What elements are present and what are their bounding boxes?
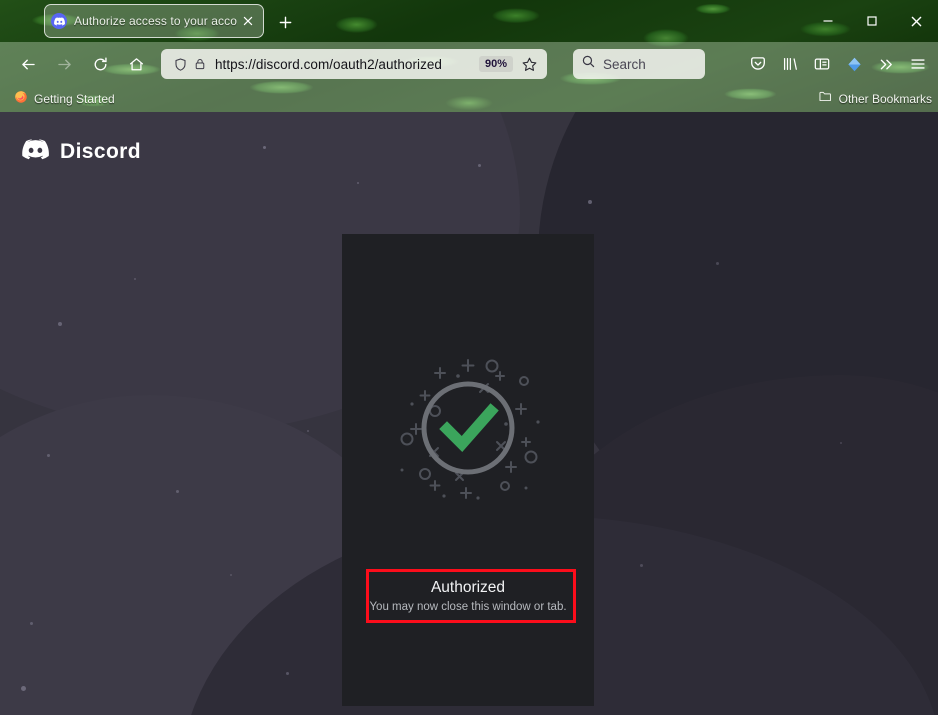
bookmark-label: Getting Started (34, 92, 115, 106)
other-bookmarks-button[interactable]: Other Bookmarks (818, 89, 932, 109)
overflow-chevron-icon[interactable] (870, 48, 902, 80)
background-star (176, 490, 179, 493)
url-bar[interactable]: https://discord.com/oauth2/authorized 90… (161, 49, 547, 79)
page-subtitle: You may now close this window or tab. (369, 601, 567, 613)
background-star (840, 442, 842, 444)
other-bookmarks-label: Other Bookmarks (838, 92, 932, 106)
bookmarks-bar: Getting Started Other Bookmarks (0, 86, 938, 112)
search-icon (581, 54, 596, 74)
background-star (588, 200, 592, 204)
browser-window: Authorize access to your accou https://d… (0, 0, 938, 715)
authorization-card: Authorized You may now close this window… (342, 234, 594, 706)
close-icon[interactable] (239, 12, 257, 30)
green-check-circle-icon (378, 338, 558, 518)
card-text-block: Authorized You may now close this window… (352, 578, 584, 615)
discord-favicon (51, 13, 67, 29)
background-star (230, 574, 232, 576)
background-star (263, 146, 266, 149)
app-menu-icon[interactable] (902, 48, 934, 80)
background-star (30, 622, 33, 625)
reload-button[interactable] (84, 48, 116, 80)
new-tab-button[interactable] (274, 11, 296, 33)
pocket-save-icon[interactable] (742, 48, 774, 80)
background-star (21, 686, 26, 691)
back-button[interactable] (12, 48, 44, 80)
background-star (640, 564, 643, 567)
discord-clyde-logo (22, 136, 49, 168)
search-placeholder: Search (603, 56, 646, 72)
shield-icon[interactable] (170, 54, 190, 74)
close-button[interactable] (894, 6, 938, 36)
folder-icon (818, 89, 833, 109)
search-input[interactable]: Search (573, 49, 705, 79)
home-button[interactable] (120, 48, 152, 80)
page-title: Authorized (430, 579, 506, 596)
url-text: https://discord.com/oauth2/authorized (215, 56, 442, 72)
discord-brand: Discord (22, 136, 141, 168)
background-star (47, 454, 50, 457)
background-star (58, 322, 62, 326)
background-star (307, 430, 309, 432)
firefox-icon (14, 90, 28, 109)
background-star (286, 672, 289, 675)
star-icon[interactable] (517, 52, 541, 76)
discord-oauth-page: Discord Authorized You may now close thi… (0, 112, 938, 715)
brand-name: Discord (60, 140, 141, 163)
background-star (716, 262, 719, 265)
maximize-button[interactable] (850, 6, 894, 36)
window-controls (806, 6, 938, 36)
background-star (478, 164, 481, 167)
minimize-button[interactable] (806, 6, 850, 36)
background-star (134, 278, 136, 280)
zoom-level-badge[interactable]: 90% (478, 56, 513, 72)
bookmark-getting-started[interactable]: Getting Started (8, 88, 121, 110)
account-icon[interactable] (838, 48, 870, 80)
tab-strip: Authorize access to your accou (0, 0, 938, 42)
toolbar-right-icons (742, 48, 934, 80)
sidebar-icon[interactable] (806, 48, 838, 80)
browser-tab-discord[interactable]: Authorize access to your accou (44, 4, 264, 38)
background-star (357, 182, 359, 184)
tab-title: Authorize access to your accou (74, 14, 237, 28)
lock-icon[interactable] (190, 54, 210, 74)
forward-button[interactable] (48, 48, 80, 80)
library-icon[interactable] (774, 48, 806, 80)
browser-chrome: Authorize access to your accou https://d… (0, 0, 938, 112)
